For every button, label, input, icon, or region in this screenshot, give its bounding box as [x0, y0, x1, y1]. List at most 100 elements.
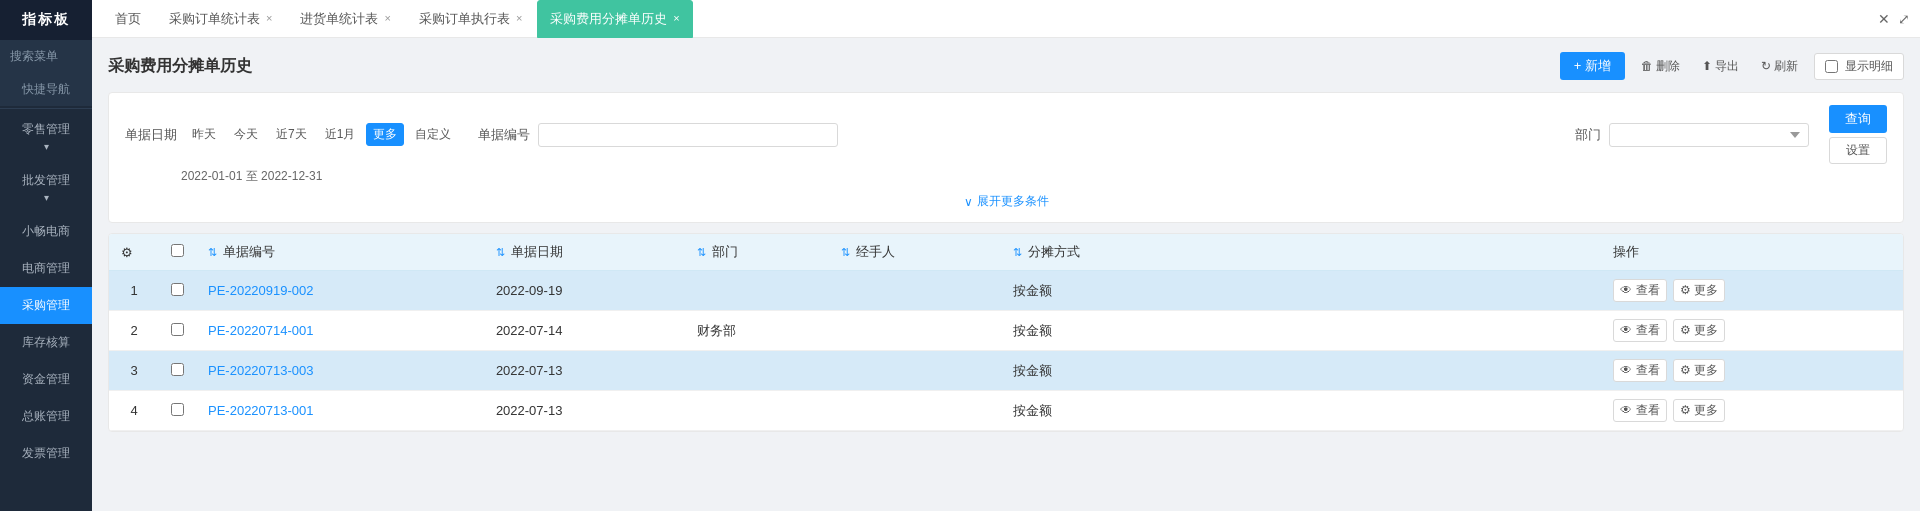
- col-checkbox: [159, 234, 196, 271]
- date-btn-today[interactable]: 今天: [227, 123, 265, 146]
- row-doc-no-1[interactable]: PE-20220714-001: [196, 311, 484, 351]
- sort-icon-split-method: ⇅: [1013, 246, 1022, 258]
- tab-close-purchase-order-exec[interactable]: ×: [516, 13, 522, 24]
- select-all-checkbox[interactable]: [171, 244, 184, 257]
- row-handler-0: [829, 271, 1002, 311]
- sidebar-logo: 指标板: [0, 0, 92, 40]
- view-button-3[interactable]: 👁 查看: [1613, 399, 1666, 422]
- col-handler[interactable]: ⇅ 经手人: [829, 234, 1002, 271]
- page-title: 采购费用分摊单历史: [108, 56, 252, 77]
- more-button-2[interactable]: ⚙ 更多: [1673, 359, 1725, 382]
- refresh-button[interactable]: ↻ 刷新: [1755, 55, 1804, 78]
- row-checkbox-0[interactable]: [159, 271, 196, 311]
- sort-icon-doc-no: ⇅: [208, 246, 217, 258]
- row-num-3: 4: [109, 391, 159, 431]
- main-content: 首页 采购订单统计表 × 进货单统计表 × 采购订单执行表 × 采购费用分摊单历…: [92, 0, 1920, 511]
- sidebar-search[interactable]: 搜索菜单: [0, 40, 92, 73]
- tab-home[interactable]: 首页: [102, 0, 154, 38]
- more-button-3[interactable]: ⚙ 更多: [1673, 399, 1725, 422]
- show-cols-button[interactable]: 显示明细: [1814, 53, 1904, 80]
- settings-button[interactable]: 设置: [1829, 137, 1887, 164]
- sidebar-item-mobile[interactable]: 小畅电商: [0, 213, 92, 250]
- sort-icon-doc-date: ⇅: [496, 246, 505, 258]
- row-doc-date-3: 2022-07-13: [484, 391, 685, 431]
- data-table-wrapper: ⚙ ⇅ 单据编号 ⇅ 单据日期 ⇅: [108, 233, 1904, 432]
- date-filter: 单据日期 昨天 今天 近7天 近1月 更多 自定义: [125, 123, 458, 146]
- show-cols-checkbox[interactable]: [1825, 60, 1838, 73]
- table-row: 4 PE-20220713-001 2022-07-13 按金额 👁 查看 ⚙ …: [109, 391, 1903, 431]
- date-btn-yesterday[interactable]: 昨天: [185, 123, 223, 146]
- row-split-method-1: 按金额: [1001, 311, 1601, 351]
- tab-close-inbound-stats[interactable]: ×: [384, 13, 390, 24]
- col-doc-date[interactable]: ⇅ 单据日期: [484, 234, 685, 271]
- tab-close-purchase-fee-history[interactable]: ×: [673, 13, 679, 24]
- dept-select[interactable]: [1609, 123, 1809, 147]
- tab-purchase-order-stats[interactable]: 采购订单统计表 ×: [156, 0, 285, 38]
- col-doc-no[interactable]: ⇅ 单据编号: [196, 234, 484, 271]
- row-checkbox-2[interactable]: [159, 351, 196, 391]
- page-header: 采购费用分摊单历史 + 新增 🗑 删除 ⬆ 导出 ↻ 刷新 显示明细: [108, 52, 1904, 80]
- view-button-1[interactable]: 👁 查看: [1613, 319, 1666, 342]
- row-doc-date-0: 2022-09-19: [484, 271, 685, 311]
- sidebar-item-invoice[interactable]: 发票管理: [0, 435, 92, 472]
- tab-purchase-fee-history[interactable]: 采购费用分摊单历史 ×: [537, 0, 692, 38]
- view-button-2[interactable]: 👁 查看: [1613, 359, 1666, 382]
- sidebar-item-retail[interactable]: 零售管理 ▾: [0, 111, 92, 162]
- date-btn-more[interactable]: 更多: [366, 123, 404, 146]
- more-button-1[interactable]: ⚙ 更多: [1673, 319, 1725, 342]
- sidebar-item-ecommerce[interactable]: 电商管理: [0, 250, 92, 287]
- table-row: 2 PE-20220714-001 2022-07-14 财务部 按金额 👁 查…: [109, 311, 1903, 351]
- tab-purchase-order-exec[interactable]: 采购订单执行表 ×: [406, 0, 535, 38]
- date-btn-custom[interactable]: 自定义: [408, 123, 458, 146]
- doc-no-label: 单据编号: [478, 126, 530, 144]
- page-actions: + 新增 🗑 删除 ⬆ 导出 ↻ 刷新 显示明细: [1560, 52, 1904, 80]
- sort-icon-handler: ⇅: [841, 246, 850, 258]
- sidebar-quicknav[interactable]: 快捷导航: [0, 73, 92, 106]
- table-row: 1 PE-20220919-002 2022-09-19 按金额 👁 查看 ⚙ …: [109, 271, 1903, 311]
- row-num-0: 1: [109, 271, 159, 311]
- col-split-method[interactable]: ⇅ 分摊方式: [1001, 234, 1601, 271]
- date-label: 单据日期: [125, 126, 177, 144]
- sidebar-item-wholesale[interactable]: 批发管理 ▾: [0, 162, 92, 213]
- page-content: 采购费用分摊单历史 + 新增 🗑 删除 ⬆ 导出 ↻ 刷新 显示明细: [92, 38, 1920, 511]
- row-dept-0: [685, 271, 829, 311]
- row-doc-no-3[interactable]: PE-20220713-001: [196, 391, 484, 431]
- sidebar-item-purchase[interactable]: 采购管理: [0, 287, 92, 324]
- close-window-icon[interactable]: ✕: [1878, 11, 1890, 27]
- row-doc-no-2[interactable]: PE-20220713-003: [196, 351, 484, 391]
- sidebar-item-inventory[interactable]: 库存核算: [0, 324, 92, 361]
- maximize-icon[interactable]: ⤢: [1898, 11, 1910, 27]
- query-button[interactable]: 查询: [1829, 105, 1887, 133]
- tab-actions: ✕ ⤢: [1878, 11, 1910, 27]
- row-handler-3: [829, 391, 1002, 431]
- tab-inbound-stats[interactable]: 进货单统计表 ×: [287, 0, 403, 38]
- row-split-method-2: 按金额: [1001, 351, 1601, 391]
- row-doc-no-0[interactable]: PE-20220919-002: [196, 271, 484, 311]
- row-doc-date-2: 2022-07-13: [484, 351, 685, 391]
- tab-close-purchase-order-stats[interactable]: ×: [266, 13, 272, 24]
- dept-label: 部门: [1575, 126, 1601, 144]
- view-button-0[interactable]: 👁 查看: [1613, 279, 1666, 302]
- row-checkbox-1[interactable]: [159, 311, 196, 351]
- row-num-2: 3: [109, 351, 159, 391]
- row-dept-1: 财务部: [685, 311, 829, 351]
- more-button-0[interactable]: ⚙ 更多: [1673, 279, 1725, 302]
- col-ops: 操作: [1601, 234, 1903, 271]
- doc-no-input[interactable]: [538, 123, 838, 147]
- delete-button[interactable]: 🗑 删除: [1635, 55, 1686, 78]
- row-ops-0: 👁 查看 ⚙ 更多: [1601, 271, 1903, 311]
- export-button[interactable]: ⬆ 导出: [1696, 55, 1745, 78]
- row-num-1: 2: [109, 311, 159, 351]
- col-settings[interactable]: ⚙: [109, 234, 159, 271]
- sidebar-divider-1: [0, 108, 92, 109]
- expand-more-button[interactable]: ∨ 展开更多条件: [125, 193, 1887, 210]
- date-btn-1month[interactable]: 近1月: [318, 123, 363, 146]
- row-doc-date-1: 2022-07-14: [484, 311, 685, 351]
- row-checkbox-3[interactable]: [159, 391, 196, 431]
- row-split-method-0: 按金额: [1001, 271, 1601, 311]
- date-btn-7days[interactable]: 近7天: [269, 123, 314, 146]
- col-dept[interactable]: ⇅ 部门: [685, 234, 829, 271]
- sidebar-item-finance[interactable]: 资金管理: [0, 361, 92, 398]
- add-button[interactable]: + 新增: [1560, 52, 1625, 80]
- sidebar-item-ledger[interactable]: 总账管理: [0, 398, 92, 435]
